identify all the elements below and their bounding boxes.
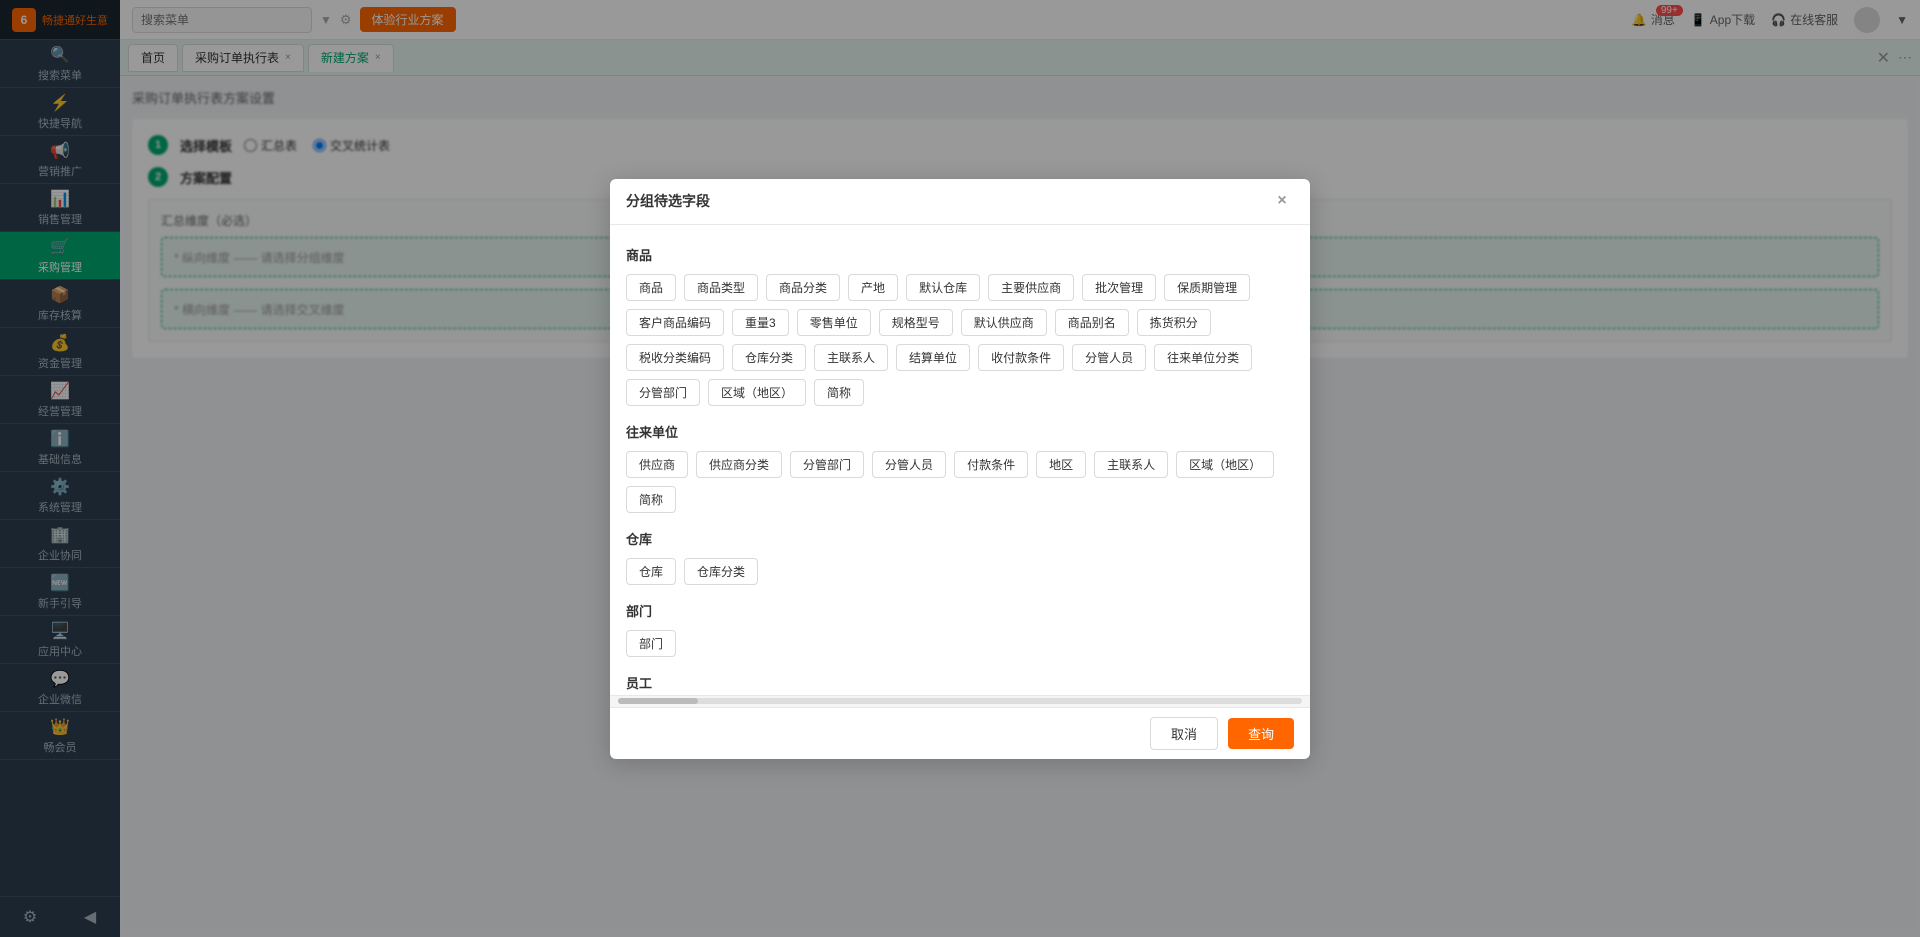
field-tag-0-23[interactable]: 区域（地区）: [708, 379, 806, 406]
field-grid-2: 仓库仓库分类: [626, 558, 1294, 585]
field-tag-0-13[interactable]: 商品别名: [1055, 309, 1129, 336]
field-tag-1-0[interactable]: 供应商: [626, 451, 688, 478]
field-tag-1-1[interactable]: 供应商分类: [696, 451, 782, 478]
field-tag-0-19[interactable]: 收付款条件: [978, 344, 1064, 371]
field-tag-0-7[interactable]: 保质期管理: [1164, 274, 1250, 301]
field-tag-1-4[interactable]: 付款条件: [954, 451, 1028, 478]
field-tag-0-24[interactable]: 简称: [814, 379, 864, 406]
modal-hscroll[interactable]: [610, 695, 1310, 707]
field-tag-0-11[interactable]: 规格型号: [879, 309, 953, 336]
field-tag-0-20[interactable]: 分管人员: [1072, 344, 1146, 371]
confirm-button[interactable]: 查询: [1228, 718, 1294, 749]
field-tag-1-8[interactable]: 简称: [626, 486, 676, 513]
field-tag-0-4[interactable]: 默认仓库: [906, 274, 980, 301]
section-title-3: 部门: [626, 601, 1294, 620]
field-tag-0-12[interactable]: 默认供应商: [961, 309, 1047, 336]
field-tag-0-18[interactable]: 结算单位: [896, 344, 970, 371]
field-tag-0-17[interactable]: 主联系人: [814, 344, 888, 371]
field-tag-0-22[interactable]: 分管部门: [626, 379, 700, 406]
cancel-button[interactable]: 取消: [1150, 717, 1218, 750]
field-tag-0-16[interactable]: 仓库分类: [732, 344, 806, 371]
field-tag-1-6[interactable]: 主联系人: [1094, 451, 1168, 478]
field-tag-1-5[interactable]: 地区: [1036, 451, 1086, 478]
section-title-4: 员工: [626, 673, 1294, 692]
modal-body[interactable]: 商品商品商品类型商品分类产地默认仓库主要供应商批次管理保质期管理客户商品编码重量…: [610, 225, 1310, 695]
field-grid-3: 部门: [626, 630, 1294, 657]
hscroll-thumb: [618, 698, 698, 704]
section-title-0: 商品: [626, 245, 1294, 264]
section-title-1: 往来单位: [626, 422, 1294, 441]
modal-header: 分组待选字段 ×: [610, 179, 1310, 225]
field-tag-0-3[interactable]: 产地: [848, 274, 898, 301]
field-tag-0-5[interactable]: 主要供应商: [988, 274, 1074, 301]
field-tag-2-1[interactable]: 仓库分类: [684, 558, 758, 585]
field-tag-0-1[interactable]: 商品类型: [684, 274, 758, 301]
field-tag-0-0[interactable]: 商品: [626, 274, 676, 301]
field-tag-0-8[interactable]: 客户商品编码: [626, 309, 724, 336]
field-tag-0-15[interactable]: 税收分类编码: [626, 344, 724, 371]
modal-title: 分组待选字段: [626, 191, 710, 211]
field-tag-1-3[interactable]: 分管人员: [872, 451, 946, 478]
field-grid-0: 商品商品类型商品分类产地默认仓库主要供应商批次管理保质期管理客户商品编码重量3 零…: [626, 274, 1294, 406]
field-tag-2-0[interactable]: 仓库: [626, 558, 676, 585]
modal-close-button[interactable]: ×: [1270, 189, 1294, 213]
field-tag-1-2[interactable]: 分管部门: [790, 451, 864, 478]
hscroll-track: [618, 698, 1302, 704]
modal-dialog: 分组待选字段 × 商品商品商品类型商品分类产地默认仓库主要供应商批次管理保质期管…: [610, 179, 1310, 759]
modal-footer: 取消 查询: [610, 707, 1310, 759]
field-tag-0-6[interactable]: 批次管理: [1082, 274, 1156, 301]
field-tag-0-14[interactable]: 拣货积分: [1137, 309, 1211, 336]
field-grid-1: 供应商供应商分类分管部门分管人员付款条件地区主联系人区域（地区） 简称: [626, 451, 1294, 513]
field-tag-0-21[interactable]: 往来单位分类: [1154, 344, 1252, 371]
field-tag-3-0[interactable]: 部门: [626, 630, 676, 657]
field-tag-0-9[interactable]: 重量3: [732, 309, 789, 336]
field-tag-1-7[interactable]: 区域（地区）: [1176, 451, 1274, 478]
field-tag-0-10[interactable]: 零售单位: [797, 309, 871, 336]
field-tag-0-2[interactable]: 商品分类: [766, 274, 840, 301]
section-title-2: 仓库: [626, 529, 1294, 548]
